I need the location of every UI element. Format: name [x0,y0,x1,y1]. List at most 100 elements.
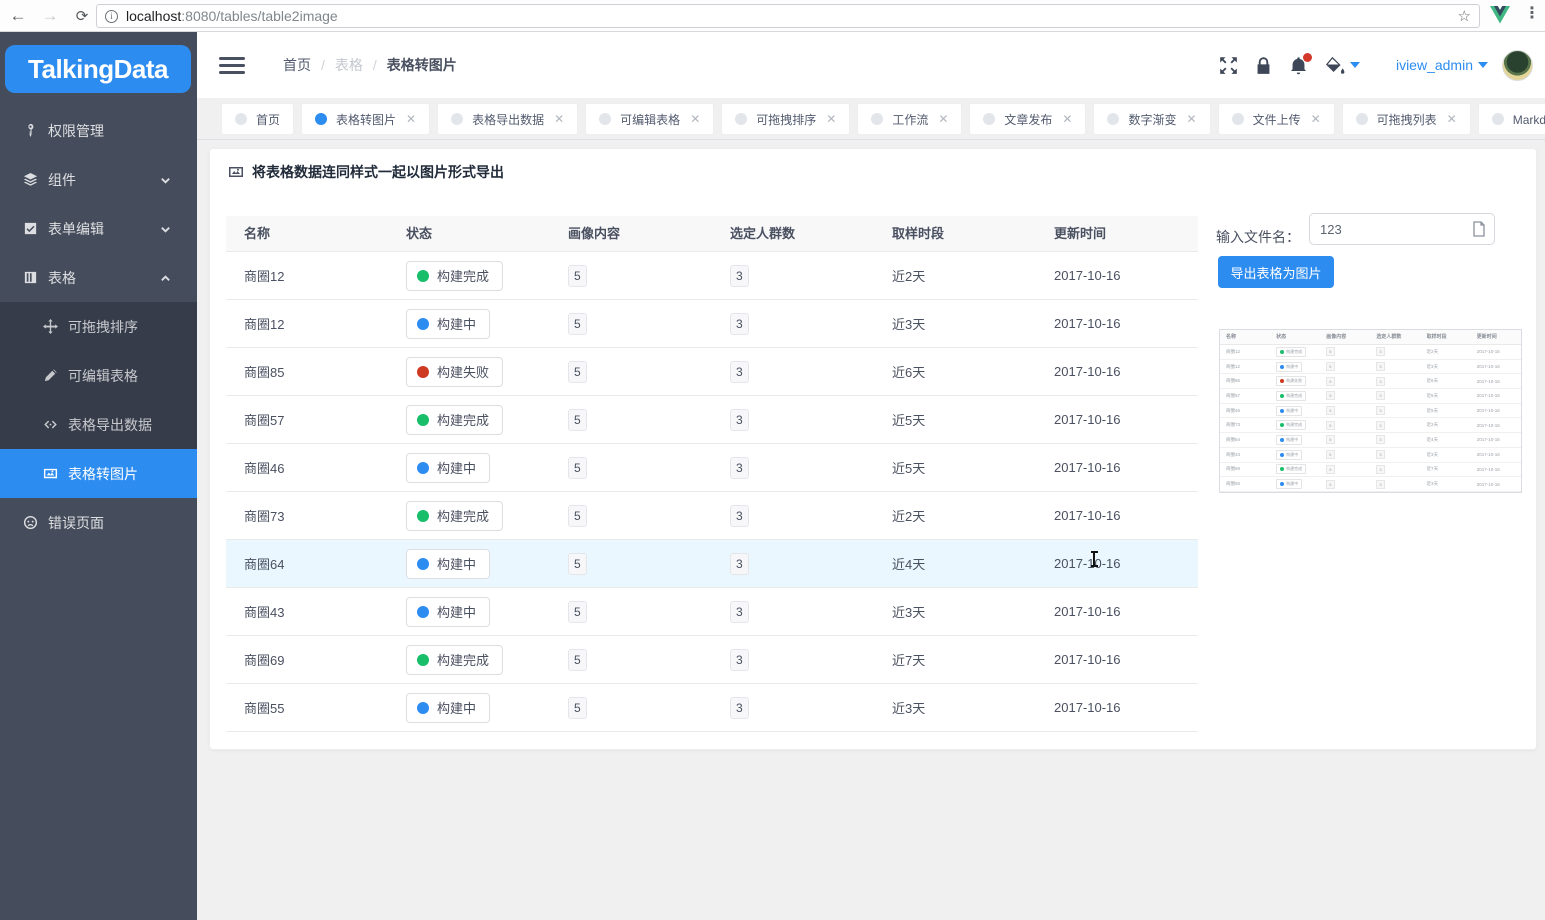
table-row[interactable]: 商圈69 构建完成 5 3 近7天 2017-10-16 [226,636,1198,684]
sidebar-item-export-data[interactable]: 表格导出数据 [0,400,197,449]
bookmark-star-icon[interactable]: ☆ [1458,7,1471,25]
tab-close-icon[interactable]: ✕ [1062,112,1072,126]
user-menu[interactable]: iview_admin [1396,57,1488,73]
cell-name: 商圈43 [244,605,285,620]
code-icon [42,417,58,433]
browser-back-icon[interactable]: ← [6,4,30,28]
preview-cell: 构建完成 [1270,420,1320,431]
filename-input[interactable] [1309,213,1495,245]
status-button[interactable]: 构建完成 [406,500,504,531]
sidebar-item-drag-sort[interactable]: 可拖拽排序 [0,302,197,351]
breadcrumb-item[interactable]: 首页 [283,55,311,75]
status-dot-icon [417,509,429,522]
sidebar-item-error-pages[interactable]: 错误页面 [0,498,197,547]
table-row[interactable]: 商圈46 构建中 5 3 近5天 2017-10-16 [226,444,1198,492]
status-button[interactable]: 构建完成 [406,404,504,435]
status-button[interactable]: 构建中 [406,452,491,483]
breadcrumb-item[interactable]: 表格 [335,55,363,75]
avatar[interactable] [1502,49,1533,81]
page-tab[interactable]: 首页 [221,103,295,135]
preview-cell: 近7天 [1426,466,1439,472]
preview-cell: 2017-10-16 [1476,408,1500,414]
cell-status: 构建完成 [388,644,550,675]
column-header: 更新时间 [1054,226,1107,241]
sidebar-item-editable-table[interactable]: 可编辑表格 [0,351,197,400]
browser-refresh-icon[interactable]: ⟳ [70,4,94,28]
preview-cell: 构建中 [1270,434,1320,445]
status-button[interactable]: 构建中 [406,692,491,723]
preview-cell: 商圈43 [1226,451,1241,457]
cell-portrait: 5 [550,456,712,479]
preview-cell: 2017-10-16 [1476,364,1500,370]
status-button[interactable]: 构建完成 [406,260,504,291]
status-button[interactable]: 构建失败 [406,356,504,387]
preview-cell: 近4天 [1426,436,1439,442]
preview-cell: 2017-10-16 [1476,452,1500,458]
browser-forward-icon[interactable]: → [38,4,62,28]
table-row[interactable]: 商圈64 构建中 5 3 近4天 2017-10-16 [226,540,1198,588]
export-table-image-button[interactable]: 导出表格为图片 [1218,256,1334,288]
status-button[interactable]: 构建中 [406,596,491,627]
tab-close-icon[interactable]: ✕ [938,112,948,126]
vue-devtools-icon[interactable] [1490,6,1510,24]
preview-cell: 2017-10-16 [1476,349,1500,355]
preview-cell: 状态 [1276,334,1287,340]
table-row[interactable]: 商圈12 构建中 5 3 近3天 2017-10-16 [226,300,1198,348]
preview-cell: 构建中 [1270,449,1320,460]
page-tab[interactable]: 表格导出数据 ✕ [437,103,579,135]
page-info-icon[interactable]: i [105,9,118,23]
status-button[interactable]: 构建完成 [406,644,504,675]
talkingdata-logo[interactable]: TalkingData [5,45,191,93]
page-tab[interactable]: Markdown编辑器✕ [1477,103,1545,135]
table-icon [22,270,38,286]
page-tab[interactable]: 可拖拽排序 ✕ [721,103,851,135]
page-tab[interactable]: 工作流 ✕ [857,103,963,135]
status-button[interactable]: 构建中 [406,548,491,579]
table-row[interactable]: 商圈85 构建失败 5 3 近6天 2017-10-16 [226,348,1198,396]
preview-cell: 近6天 [1426,378,1439,384]
theme-bucket-icon[interactable] [1324,56,1345,75]
page-tab[interactable]: 文件上传 ✕ [1217,103,1335,135]
tab-close-icon[interactable]: ✕ [1311,112,1321,126]
sidebar-item-form-edit[interactable]: 表单编辑 [0,204,197,253]
sidebar-item-table2image[interactable]: 表格转图片 [0,449,197,498]
cell-period: 近5天 [892,461,926,476]
sidebar-item-components[interactable]: 组件 [0,155,197,204]
table-row[interactable]: 商圈43 构建中 5 3 近3天 2017-10-16 [226,588,1198,636]
cell-audience: 3 [712,552,874,575]
address-bar[interactable]: i localhost:8080/tables/table2image ☆ [96,4,1480,28]
card-title-text: 将表格数据连同样式一起以图片形式导出 [252,164,504,180]
cell-name: 商圈55 [244,701,285,716]
status-dot-icon [417,269,429,282]
tab-close-icon[interactable]: ✕ [406,112,416,126]
lock-icon[interactable] [1254,56,1273,75]
preview-cell: 构建中 [1270,479,1320,490]
page-tab[interactable]: 可编辑表格 ✕ [585,103,715,135]
tab-close-icon[interactable]: ✕ [1187,112,1197,126]
tab-close-icon[interactable]: ✕ [554,112,564,126]
status-button[interactable]: 构建中 [406,308,491,339]
fullscreen-icon[interactable] [1219,56,1238,75]
theme-dropdown-caret-icon[interactable] [1349,62,1360,68]
sidebar-item-label: 权限管理 [48,122,104,139]
table-row[interactable]: 商圈57 构建完成 5 3 近5天 2017-10-16 [226,396,1198,444]
sidebar-item-tables[interactable]: 表格 [0,253,197,302]
page-tab[interactable]: 表格转图片 ✕ [301,103,431,135]
status-dot-icon [417,605,429,618]
tab-close-icon[interactable]: ✕ [1447,112,1457,126]
browser-menu-icon[interactable]: ⋮ [1524,3,1540,23]
page-tab[interactable]: 文章发布 ✕ [969,103,1087,135]
cell-portrait: 5 [550,648,712,671]
cell-updated: 2017-10-16 [1054,556,1121,571]
table-row[interactable]: 商圈12 构建完成 5 3 近2天 2017-10-16 [226,252,1198,300]
menu-toggle-icon[interactable] [219,57,245,78]
page-tab[interactable]: 可拖拽列表 ✕ [1341,103,1471,135]
table-row[interactable]: 商圈55 构建中 5 3 近3天 2017-10-16 [226,684,1198,732]
sidebar-item-permission[interactable]: 权限管理 [0,106,197,155]
table-row[interactable]: 商圈73 构建完成 5 3 近2天 2017-10-16 [226,492,1198,540]
tab-close-icon[interactable]: ✕ [826,112,836,126]
bell-icon[interactable] [1289,52,1312,75]
chevron-down-icon [160,175,171,186]
page-tab[interactable]: 数字渐变 ✕ [1093,103,1211,135]
tab-close-icon[interactable]: ✕ [690,112,700,126]
